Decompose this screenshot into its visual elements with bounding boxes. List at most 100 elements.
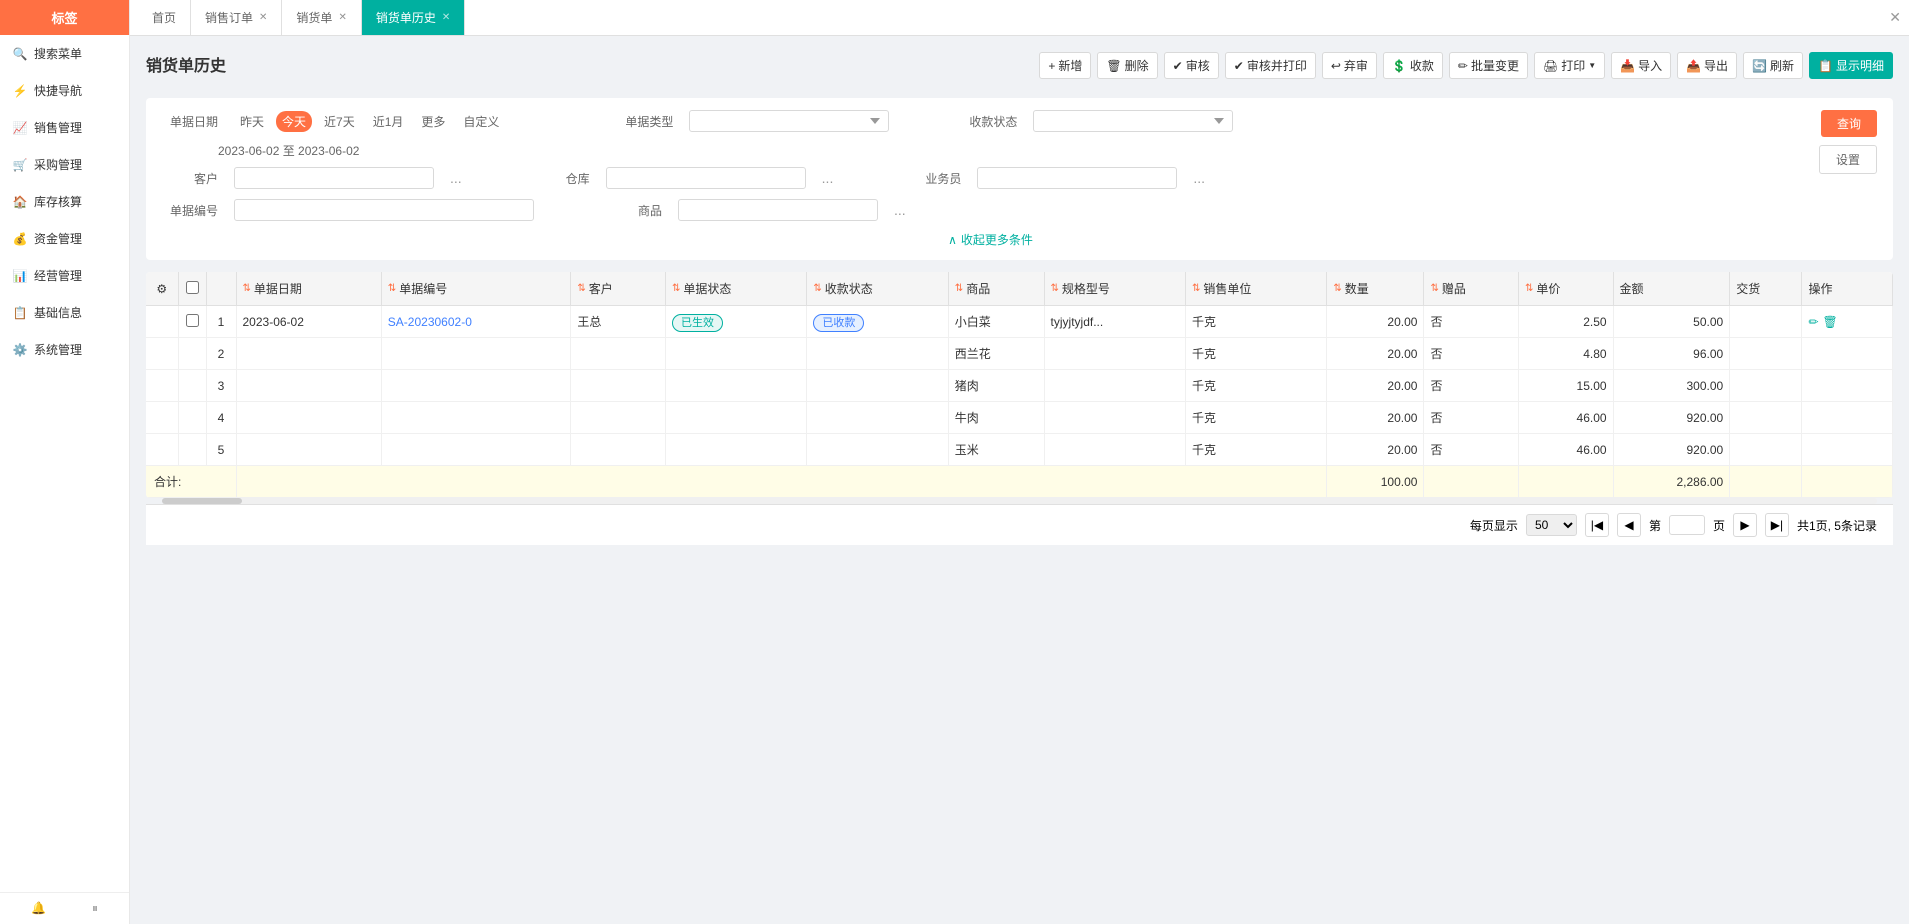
th-spec[interactable]: ⇅规格型号 (1044, 272, 1185, 306)
sidebar-item-quick-nav[interactable]: ⚡ 快捷导航 (0, 72, 129, 109)
action-删除[interactable]: 🗑 (1823, 315, 1838, 329)
customer-dots[interactable]: ... (450, 170, 462, 186)
cell-doc-no[interactable]: SA-20230602-0 (381, 306, 571, 338)
audit-button[interactable]: ✔ 审核 (1164, 52, 1219, 79)
sidebar-item-search-menu[interactable]: 🔍 搜索菜单 (0, 35, 129, 72)
action-编辑[interactable]: ✏ (1808, 315, 1818, 329)
select-all-checkbox[interactable] (186, 281, 199, 294)
cell-amount: 96.00 (1613, 338, 1730, 370)
date-label: 单据日期 (162, 113, 218, 130)
collect-status-select[interactable] (1033, 110, 1233, 132)
salesperson-dots[interactable]: ... (1193, 170, 1205, 186)
cell-unit: 千克 (1185, 370, 1326, 402)
tab-bar-close-all[interactable]: ✕ (1889, 9, 1901, 26)
sidebar-item-system-mgmt[interactable]: ⚙️ 系统管理 (0, 331, 129, 368)
warehouse-input[interactable] (606, 167, 806, 189)
sidebar-bottom-icon2[interactable]: ⏸ (92, 901, 98, 916)
delete-button[interactable]: 🗑 删除 (1097, 52, 1157, 79)
quick-nav-icon: ⚡ (12, 83, 28, 99)
goods-input[interactable] (678, 199, 878, 221)
th-doc-date-label: 单据日期 (254, 280, 302, 297)
sort-icon: ⇅ (243, 283, 251, 294)
tab-home[interactable]: 首页 (138, 0, 191, 35)
cell-check[interactable] (178, 306, 206, 338)
page-prev-button[interactable]: ◀ (1617, 513, 1641, 537)
date-tag-today[interactable]: 今天 (276, 111, 312, 132)
print-button[interactable]: 🖨 打印 ▼ (1534, 52, 1605, 79)
cell-check[interactable] (178, 434, 206, 466)
cell-doc-no[interactable] (381, 370, 571, 402)
export-button[interactable]: 📤 导出 (1677, 52, 1737, 79)
tab-sales-order[interactable]: 销售订单 ✕ (191, 0, 282, 35)
sidebar-item-inventory[interactable]: 🏠 库存核算 (0, 183, 129, 220)
sidebar-bottom-icon1[interactable]: 🔔 (31, 901, 46, 916)
th-gear[interactable]: ⚙ (146, 272, 178, 306)
page-first-button[interactable]: |◀ (1585, 513, 1609, 537)
th-collect-status[interactable]: ⇅收款状态 (807, 272, 948, 306)
date-tag-yesterday[interactable]: 昨天 (234, 111, 270, 132)
sum-unit-price-empty (1519, 466, 1614, 498)
cell-collect-status (807, 402, 948, 434)
sidebar-item-base-info[interactable]: 📋 基础信息 (0, 294, 129, 331)
sidebar-item-purchase-mgmt[interactable]: 🛒 采购管理 (0, 146, 129, 183)
goods-dots[interactable]: ... (894, 202, 906, 218)
tab-sales-history-close[interactable]: ✕ (442, 12, 450, 23)
th-goods[interactable]: ⇅商品 (948, 272, 1044, 306)
sidebar-item-label: 库存核算 (34, 193, 82, 210)
cell-gift: 否 (1424, 434, 1519, 466)
cell-collect-status (807, 338, 948, 370)
page-next-button[interactable]: ▶ (1733, 513, 1757, 537)
customer-input[interactable] (234, 167, 434, 189)
sidebar-item-ops-mgmt[interactable]: 📊 经营管理 (0, 257, 129, 294)
warehouse-dots[interactable]: ... (822, 170, 834, 186)
date-tag-7days[interactable]: 近7天 (318, 111, 361, 132)
audit-print-button[interactable]: ✔ 审核并打印 (1225, 52, 1316, 79)
cell-unit-price: 15.00 (1519, 370, 1614, 402)
add-button[interactable]: + 新增 (1039, 52, 1091, 79)
th-qty[interactable]: ⇅数量 (1327, 272, 1424, 306)
tab-sales-history[interactable]: 销货单历史 ✕ (362, 0, 465, 35)
th-customer[interactable]: ⇅客户 (571, 272, 666, 306)
salesperson-input[interactable] (977, 167, 1177, 189)
th-spec-label: 规格型号 (1062, 280, 1110, 297)
batch-change-button[interactable]: ✏ 批量变更 (1449, 52, 1528, 79)
th-unit[interactable]: ⇅销售单位 (1185, 272, 1326, 306)
tab-sales-goods-close[interactable]: ✕ (338, 12, 346, 23)
doc-type-select[interactable] (689, 110, 889, 132)
sidebar-item-sales-mgmt[interactable]: 📈 销售管理 (0, 109, 129, 146)
show-detail-button[interactable]: 📋 显示明细 (1809, 52, 1893, 79)
cell-doc-no[interactable] (381, 434, 571, 466)
refresh-button[interactable]: 🔄 刷新 (1743, 52, 1803, 79)
import-button[interactable]: 📥 导入 (1611, 52, 1671, 79)
cell-doc-no[interactable] (381, 338, 571, 370)
page-last-button[interactable]: ▶| (1765, 513, 1789, 537)
cell-check[interactable] (178, 370, 206, 402)
date-tag-more[interactable]: 更多 (415, 111, 451, 132)
query-button[interactable]: 查询 (1821, 110, 1877, 137)
th-doc-no[interactable]: ⇅单据编号 (381, 272, 571, 306)
tab-sales-goods[interactable]: 销货单 ✕ (282, 0, 361, 35)
date-tag-1month[interactable]: 近1月 (367, 111, 410, 132)
th-unit-price[interactable]: ⇅单价 (1519, 272, 1614, 306)
cell-check[interactable] (178, 402, 206, 434)
cell-check[interactable] (178, 338, 206, 370)
sidebar-item-finance-mgmt[interactable]: 💰 资金管理 (0, 220, 129, 257)
cell-transaction (1730, 434, 1802, 466)
doc-no-input[interactable] (234, 199, 534, 221)
tab-sales-order-close[interactable]: ✕ (259, 12, 267, 23)
th-gift[interactable]: ⇅赠品 (1424, 272, 1519, 306)
per-page-select[interactable]: 50 100 (1526, 514, 1577, 536)
audit-icon: ✔ (1173, 59, 1183, 73)
th-doc-date[interactable]: ⇅单据日期 (236, 272, 381, 306)
row-checkbox[interactable] (186, 314, 199, 327)
th-doc-status[interactable]: ⇅单据状态 (665, 272, 806, 306)
date-tag-custom[interactable]: 自定义 (457, 111, 505, 132)
th-check[interactable] (178, 272, 206, 306)
collapse-button[interactable]: ∧ 收起更多条件 (162, 231, 1819, 248)
collect-button[interactable]: 💲 收款 (1383, 52, 1443, 79)
cell-gear (146, 434, 178, 466)
cell-doc-no[interactable] (381, 402, 571, 434)
abandon-button[interactable]: ↩ 弃审 (1322, 52, 1377, 79)
page-number-input[interactable]: 1 (1669, 515, 1705, 535)
setup-button[interactable]: 设置 (1819, 145, 1877, 174)
